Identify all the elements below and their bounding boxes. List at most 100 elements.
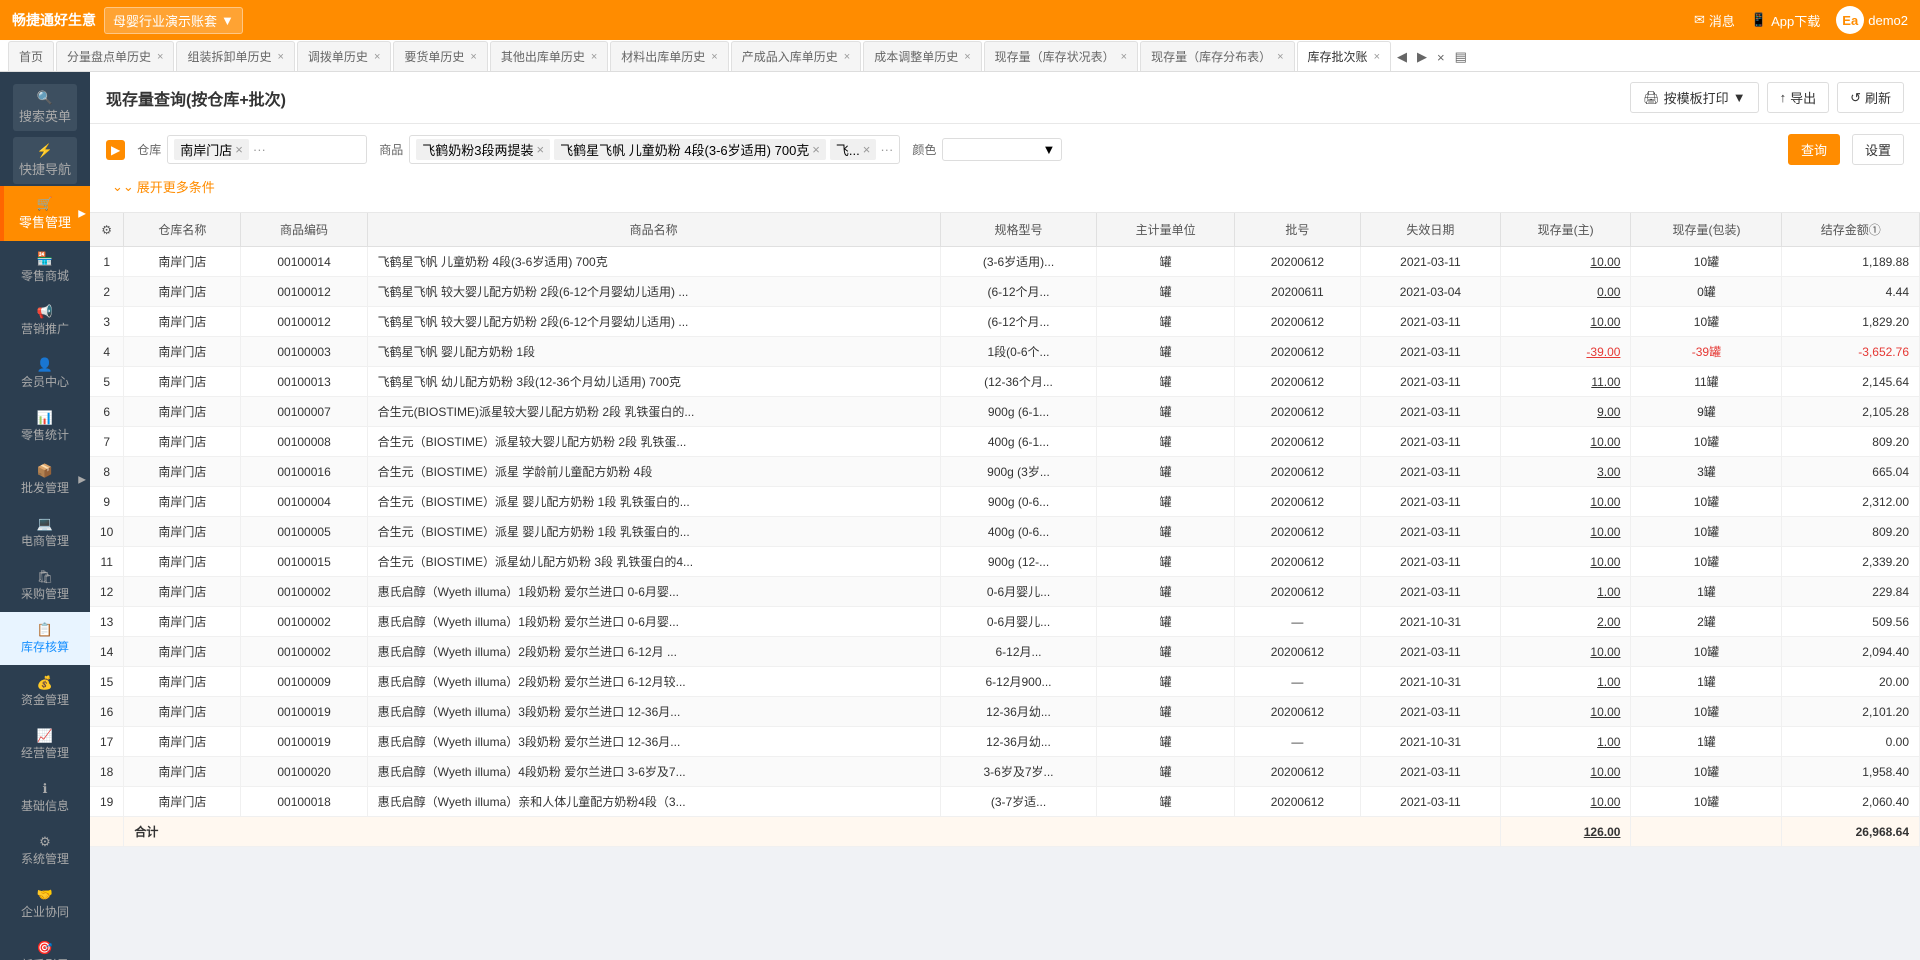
computer-icon: 💻: [37, 516, 53, 531]
cell-qty-main[interactable]: 10.00: [1500, 427, 1631, 457]
sidebar-item-retail-stats[interactable]: 📊零售统计: [0, 400, 90, 453]
cell-qty-main[interactable]: -39.00: [1500, 337, 1631, 367]
tab-menu-btn[interactable]: ▤: [1451, 43, 1471, 71]
sidebar-search[interactable]: 🔍 搜索英单: [13, 84, 77, 131]
cell-qty-main[interactable]: 10.00: [1500, 757, 1631, 787]
tab-home[interactable]: 首页: [8, 41, 54, 71]
sidebar-item-operations[interactable]: 📈经营管理: [0, 718, 90, 771]
cell-qty-main[interactable]: 10.00: [1500, 697, 1631, 727]
sidebar-item-system[interactable]: ⚙系统管理: [0, 824, 90, 877]
sidebar-item-guide[interactable]: 🎯新手引导: [0, 930, 90, 960]
cell-qty-main[interactable]: 1.00: [1500, 577, 1631, 607]
tab-6[interactable]: 材料出库单历史 ×: [610, 41, 728, 71]
close-icon[interactable]: ×: [591, 51, 597, 63]
inventory-table: ⚙ 仓库名称 商品编码 商品名称 规格型号 主计量单位 批号 失效日期 现存量(…: [90, 213, 1920, 847]
warehouse-tags[interactable]: 南岸门店 × ···: [167, 135, 367, 164]
sidebar-quick-nav[interactable]: ⚡ 快捷导航: [13, 137, 77, 184]
cell-qty-main[interactable]: 3.00: [1500, 457, 1631, 487]
sidebar-item-wholesale[interactable]: 📦批发管理▶: [0, 453, 90, 506]
sidebar-item-marketing[interactable]: 📢营销推广: [0, 294, 90, 347]
sidebar-item-basic-info[interactable]: ℹ基础信息: [0, 771, 90, 824]
cell-balance: 229.84: [1782, 577, 1920, 607]
cell-qty-main[interactable]: 10.00: [1500, 547, 1631, 577]
settings-button[interactable]: 设置: [1852, 134, 1904, 165]
cell-unit: 罐: [1097, 367, 1234, 397]
sidebar-item-retail-mgmt[interactable]: 🛒 零售管理 ▶: [0, 186, 90, 241]
sidebar-item-purchasing[interactable]: 🛍采购管理: [0, 559, 90, 612]
cell-qty-main[interactable]: 10.00: [1500, 247, 1631, 277]
cell-qty-main[interactable]: 1.00: [1500, 727, 1631, 757]
cell-unit: 罐: [1097, 517, 1234, 547]
close-icon[interactable]: ×: [1121, 51, 1127, 63]
cell-qty-main[interactable]: 11.00: [1500, 367, 1631, 397]
cell-qty-main[interactable]: 10.00: [1500, 637, 1631, 667]
th-qty-pack: 现存量(包装): [1631, 213, 1782, 247]
tab-prev-btn[interactable]: ◀: [1393, 43, 1411, 71]
cell-name: 惠氏启醇（Wyeth illuma）2段奶粉 爱尔兰进口 6-12月较...: [367, 667, 940, 697]
app-download-button[interactable]: 📱 App下载: [1751, 11, 1820, 30]
cell-qty-main[interactable]: 1.00: [1500, 667, 1631, 697]
remove-product-tag-2[interactable]: ×: [812, 142, 820, 157]
tab-9[interactable]: 现存量（库存状况表） ×: [984, 41, 1138, 71]
sidebar-item-retail-shop[interactable]: 🏪零售商城: [0, 241, 90, 294]
color-tags[interactable]: ▼: [942, 138, 1062, 161]
query-button[interactable]: 查询: [1788, 134, 1840, 165]
tab-active[interactable]: 库存批次账 ×: [1297, 41, 1391, 72]
tab-10[interactable]: 现存量（库存分布表） ×: [1140, 41, 1294, 71]
sidebar-item-inventory[interactable]: 📋库存核算: [0, 612, 90, 665]
tab-3[interactable]: 调拨单历史 ×: [297, 41, 391, 71]
user-avatar[interactable]: Ea demo2: [1836, 6, 1908, 34]
close-icon[interactable]: ×: [1277, 51, 1283, 63]
print-button[interactable]: 🖨 按模板打印 ▼: [1630, 82, 1758, 113]
close-icon[interactable]: ×: [157, 51, 163, 63]
cell-balance: 0.00: [1782, 727, 1920, 757]
tab-7[interactable]: 产成品入库单历史 ×: [731, 41, 861, 71]
tab-next-btn[interactable]: ▶: [1413, 43, 1431, 71]
refresh-button[interactable]: ↺ 刷新: [1837, 82, 1904, 113]
expand-filter-btn[interactable]: ▶: [106, 140, 125, 160]
close-icon[interactable]: ×: [844, 51, 850, 63]
messages-button[interactable]: ✉ 消息: [1694, 11, 1735, 30]
cell-balance: 20.00: [1782, 667, 1920, 697]
more-icon[interactable]: ···: [880, 142, 893, 157]
tab-5[interactable]: 其他出库单历史 ×: [490, 41, 608, 71]
tab-1[interactable]: 分量盘点单历史 ×: [56, 41, 174, 71]
close-icon[interactable]: ×: [964, 51, 970, 63]
product-tags[interactable]: 飞鹤奶粉3段两提装 × 飞鹤星飞帆 儿童奶粉 4段(3-6岁适用) 700克 ×…: [409, 135, 900, 164]
close-icon[interactable]: ×: [374, 51, 380, 63]
close-icon[interactable]: ×: [711, 51, 717, 63]
expand-conditions-btn[interactable]: ⌄⌄ 展开更多条件: [112, 177, 1898, 196]
remove-warehouse-tag[interactable]: ×: [235, 142, 243, 157]
cell-qty-main[interactable]: 2.00: [1500, 607, 1631, 637]
tab-2[interactable]: 组装拆卸单历史 ×: [176, 41, 294, 71]
cell-unit: 罐: [1097, 757, 1234, 787]
filter-row: ▶ 仓库 南岸门店 × ··· 商品: [106, 134, 1904, 165]
sidebar-item-enterprise[interactable]: 🤝企业协同: [0, 877, 90, 930]
cell-qty-main[interactable]: 10.00: [1500, 517, 1631, 547]
close-icon[interactable]: ×: [277, 51, 283, 63]
close-icon[interactable]: ×: [470, 51, 476, 63]
cell-warehouse: 南岸门店: [124, 607, 241, 637]
close-icon[interactable]: ×: [1374, 51, 1380, 63]
th-spec: 规格型号: [940, 213, 1097, 247]
sidebar-item-ecommerce[interactable]: 💻电商管理: [0, 506, 90, 559]
cell-qty-main[interactable]: 9.00: [1500, 397, 1631, 427]
store-selector[interactable]: 母婴行业演示账套 ▼: [104, 7, 243, 34]
summary-qty-main[interactable]: 126.00: [1500, 817, 1631, 847]
tab-8[interactable]: 成本调整单历史 ×: [863, 41, 981, 71]
th-settings[interactable]: ⚙: [90, 213, 124, 247]
sidebar-item-finance[interactable]: 💰资金管理: [0, 665, 90, 718]
sidebar-item-members[interactable]: 👤会员中心: [0, 347, 90, 400]
remove-product-tag-3[interactable]: ×: [863, 142, 871, 157]
cell-qty-main[interactable]: 10.00: [1500, 307, 1631, 337]
export-button[interactable]: ↑ 导出: [1767, 82, 1830, 113]
cell-qty-main[interactable]: 10.00: [1500, 487, 1631, 517]
tab-close-btn[interactable]: ×: [1433, 44, 1449, 71]
cell-qty-main[interactable]: 0.00: [1500, 277, 1631, 307]
remove-product-tag-1[interactable]: ×: [537, 142, 545, 157]
more-icon[interactable]: ···: [253, 142, 266, 157]
cell-index: 13: [90, 607, 124, 637]
cell-qty-main[interactable]: 10.00: [1500, 787, 1631, 817]
cell-balance: 2,339.20: [1782, 547, 1920, 577]
tab-4[interactable]: 要货单历史 ×: [393, 41, 487, 71]
